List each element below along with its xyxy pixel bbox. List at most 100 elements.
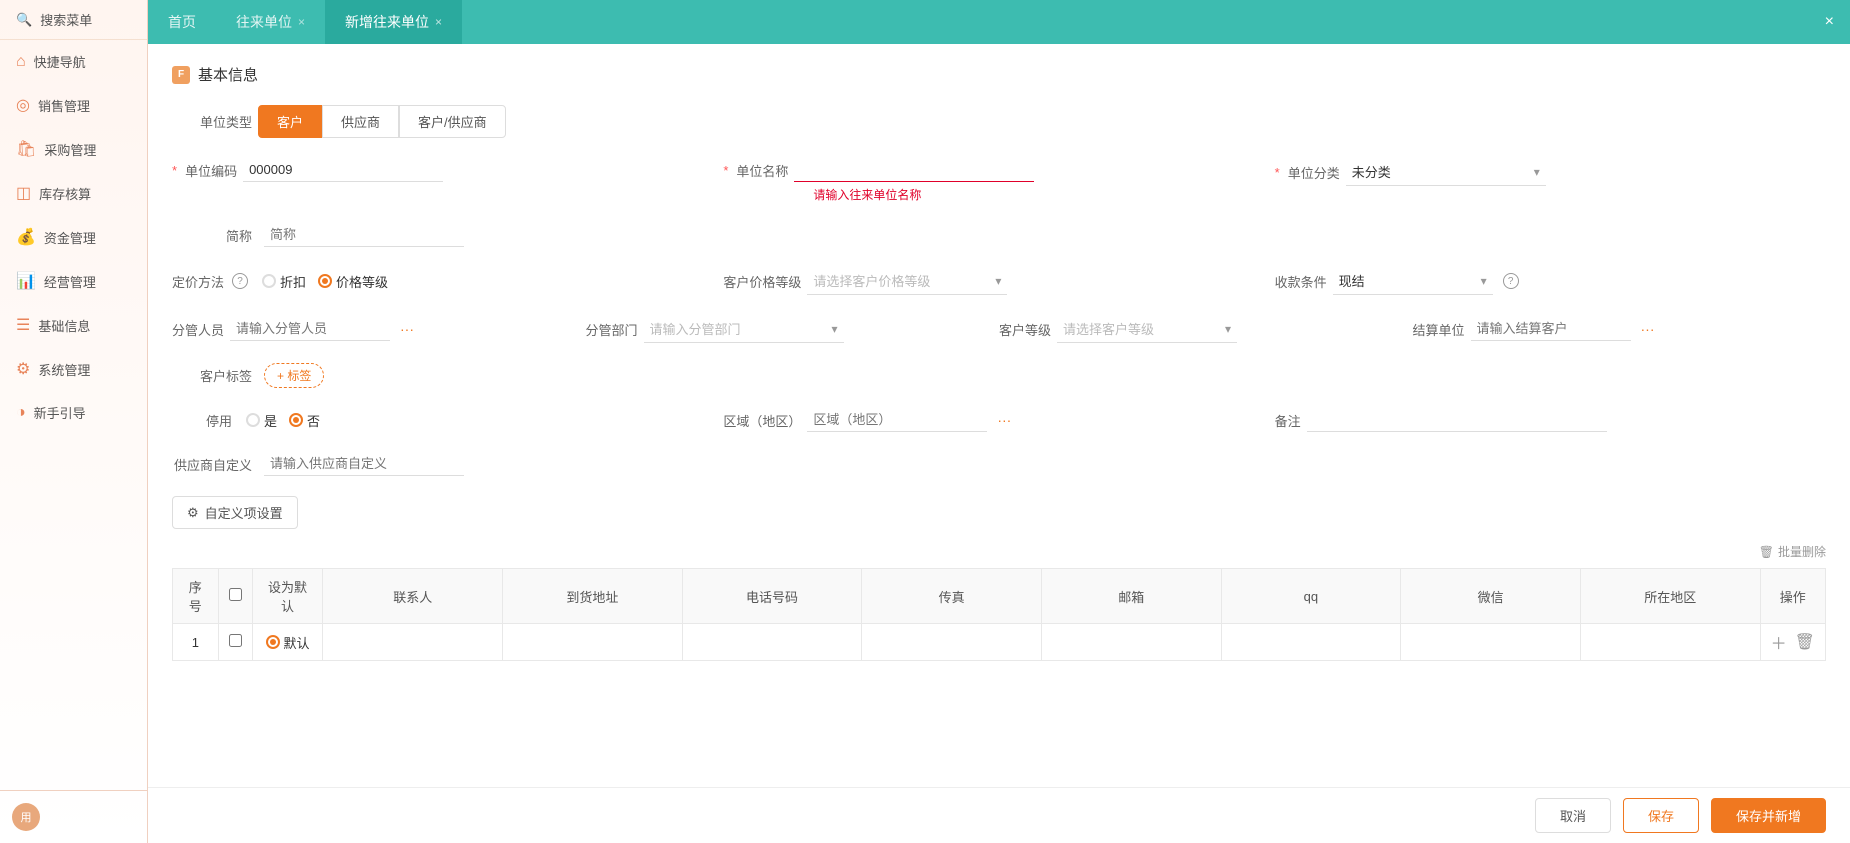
section-icon: F	[172, 66, 190, 84]
region-input[interactable]	[807, 408, 987, 432]
unit-category-label: 单位分类	[1288, 163, 1340, 182]
tab-new-contact[interactable]: 新增往来单位 ×	[325, 0, 462, 44]
save-button[interactable]: 保存	[1623, 798, 1699, 833]
wechat-input[interactable]	[1411, 635, 1570, 650]
supplier-custom-input[interactable]	[264, 452, 464, 476]
row-delete-icon[interactable]: 🗑	[1795, 632, 1815, 652]
sidebar-item-basic[interactable]: ☰基础信息	[0, 303, 147, 347]
qq-input[interactable]	[1232, 635, 1391, 650]
default-label: 默认	[284, 633, 310, 652]
type-btn-supplier[interactable]: 供应商	[322, 105, 399, 138]
manager-ellipsis-icon[interactable]: ···	[396, 321, 418, 337]
row-default[interactable]: 默认	[252, 624, 323, 661]
row-select-checkbox[interactable]	[229, 634, 242, 647]
sidebar: 🔍 搜索菜单 ⌂快捷导航◎销售管理🛍采购管理◫库存核算💰资金管理📊经营管理☰基础…	[0, 0, 148, 843]
sidebar-item-inventory[interactable]: ◫库存核算	[0, 171, 147, 215]
row-wechat[interactable]	[1401, 624, 1581, 661]
batch-delete-button[interactable]: 🗑 批量删除	[172, 543, 1826, 560]
unit-category-value: 未分类	[1352, 162, 1528, 181]
default-radio	[266, 635, 280, 649]
manager-label: 分管人员	[172, 320, 224, 339]
tab-bar: 首页 往来单位 × 新增往来单位 × ×	[148, 0, 1850, 44]
settlement-input[interactable]	[1471, 317, 1631, 341]
remark-label: 备注	[1275, 411, 1301, 430]
sidebar-item-sales[interactable]: ◎销售管理	[0, 83, 147, 127]
unit-type-row: 单位类型 客户 供应商 客户/供应商	[172, 105, 1826, 138]
bottom-bar: 取消 保存 保存并新增	[148, 787, 1850, 843]
type-btn-both[interactable]: 客户/供应商	[399, 105, 506, 138]
row-add-icon[interactable]: ＋	[1771, 630, 1787, 654]
row-phone[interactable]	[682, 624, 862, 661]
disabled-no[interactable]: 否	[289, 411, 320, 430]
payment-select[interactable]: 现结 ▾	[1333, 267, 1493, 295]
sidebar-search[interactable]: 🔍 搜索菜单	[0, 0, 147, 40]
col-checkbox[interactable]	[218, 569, 252, 624]
disabled-yes[interactable]: 是	[246, 411, 277, 430]
manager-input[interactable]	[230, 317, 390, 341]
type-btn-customer[interactable]: 客户	[258, 105, 322, 138]
select-all-checkbox[interactable]	[229, 588, 242, 601]
tab-home[interactable]: 首页	[148, 0, 216, 44]
remark-input[interactable]	[1307, 408, 1607, 432]
payment-help-icon[interactable]: ?	[1503, 273, 1519, 289]
tab-new-contact-close-icon[interactable]: ×	[435, 15, 442, 29]
unit-code-field: * 单位编码	[172, 158, 723, 182]
row-region[interactable]	[1580, 624, 1760, 661]
email-input[interactable]	[1052, 635, 1211, 650]
sidebar-item-purchase[interactable]: 🛍采购管理	[0, 127, 147, 171]
customer-level-select[interactable]: 请选择客户等级 ▾	[1057, 315, 1237, 343]
supplier-custom-field: 供应商自定义	[172, 452, 1826, 476]
sidebar-item-finance[interactable]: 💰资金管理	[0, 215, 147, 259]
row-qq[interactable]	[1221, 624, 1401, 661]
phone-input[interactable]	[693, 635, 852, 650]
pricing-level[interactable]: 价格等级	[318, 272, 388, 291]
unit-code-input[interactable]	[243, 158, 443, 182]
pricing-help-icon[interactable]: ?	[232, 273, 248, 289]
manager-field: 分管人员 ···	[172, 317, 586, 341]
tab-contacts-close-icon[interactable]: ×	[298, 15, 305, 29]
sidebar-item-label: 资金管理	[44, 228, 96, 247]
unit-name-required: *	[723, 163, 728, 178]
save-new-button[interactable]: 保存并新增	[1711, 798, 1826, 833]
customer-price-select[interactable]: 请选择客户价格等级 ▾	[807, 267, 1007, 295]
section-header: F 基本信息	[172, 64, 1826, 85]
disabled-no-label: 否	[307, 411, 320, 430]
price-level-radio	[318, 274, 332, 288]
row-checkbox[interactable]	[218, 624, 252, 661]
contact-input[interactable]	[333, 635, 492, 650]
supplier-custom-label: 供应商自定义	[172, 455, 252, 474]
sidebar-item-guide[interactable]: ◑新手引导	[0, 391, 147, 434]
unit-category-required: *	[1275, 165, 1280, 180]
unit-name-input[interactable]	[794, 158, 1034, 182]
region-ellipsis-icon[interactable]: ···	[993, 412, 1015, 428]
batch-delete-label: 批量删除	[1778, 543, 1826, 560]
address-input[interactable]	[513, 635, 672, 650]
unit-category-select[interactable]: 未分类 ▾	[1346, 158, 1546, 186]
col-qq: qq	[1221, 569, 1401, 624]
department-select[interactable]: 请输入分管部门 ▾	[644, 315, 844, 343]
table-body: 1 默认	[173, 624, 1826, 661]
sidebar-item-quick-nav[interactable]: ⌂快捷导航	[0, 40, 147, 83]
pricing-discount[interactable]: 折扣	[262, 272, 306, 291]
fax-input[interactable]	[872, 635, 1031, 650]
col-email: 邮箱	[1041, 569, 1221, 624]
tab-contacts[interactable]: 往来单位 ×	[216, 0, 325, 44]
table-header: 序号 设为默认 联系人 到货地址 电话号码 传真 邮箱 qq 微信 所在地区 操…	[173, 569, 1826, 624]
custom-settings-button[interactable]: ⚙ 自定义项设置	[172, 496, 298, 529]
row-contact[interactable]	[323, 624, 503, 661]
sidebar-item-operation[interactable]: 📊经营管理	[0, 259, 147, 303]
cancel-button[interactable]: 取消	[1535, 798, 1611, 833]
sidebar-item-system[interactable]: ⚙系统管理	[0, 347, 147, 391]
inventory-icon: ◫	[16, 183, 31, 203]
customer-price-placeholder: 请选择客户价格等级	[813, 271, 989, 290]
row-fax[interactable]	[862, 624, 1042, 661]
settlement-ellipsis-icon[interactable]: ···	[1637, 321, 1659, 337]
sidebar-item-label: 销售管理	[38, 96, 90, 115]
tab-bar-close-button[interactable]: ×	[1809, 13, 1850, 31]
row-address[interactable]	[503, 624, 683, 661]
row-region-input[interactable]	[1591, 635, 1750, 650]
add-tag-button[interactable]: + 标签	[264, 363, 324, 388]
row-email[interactable]	[1041, 624, 1221, 661]
settings-icon: ⚙	[187, 505, 199, 521]
alias-input[interactable]	[264, 223, 464, 247]
